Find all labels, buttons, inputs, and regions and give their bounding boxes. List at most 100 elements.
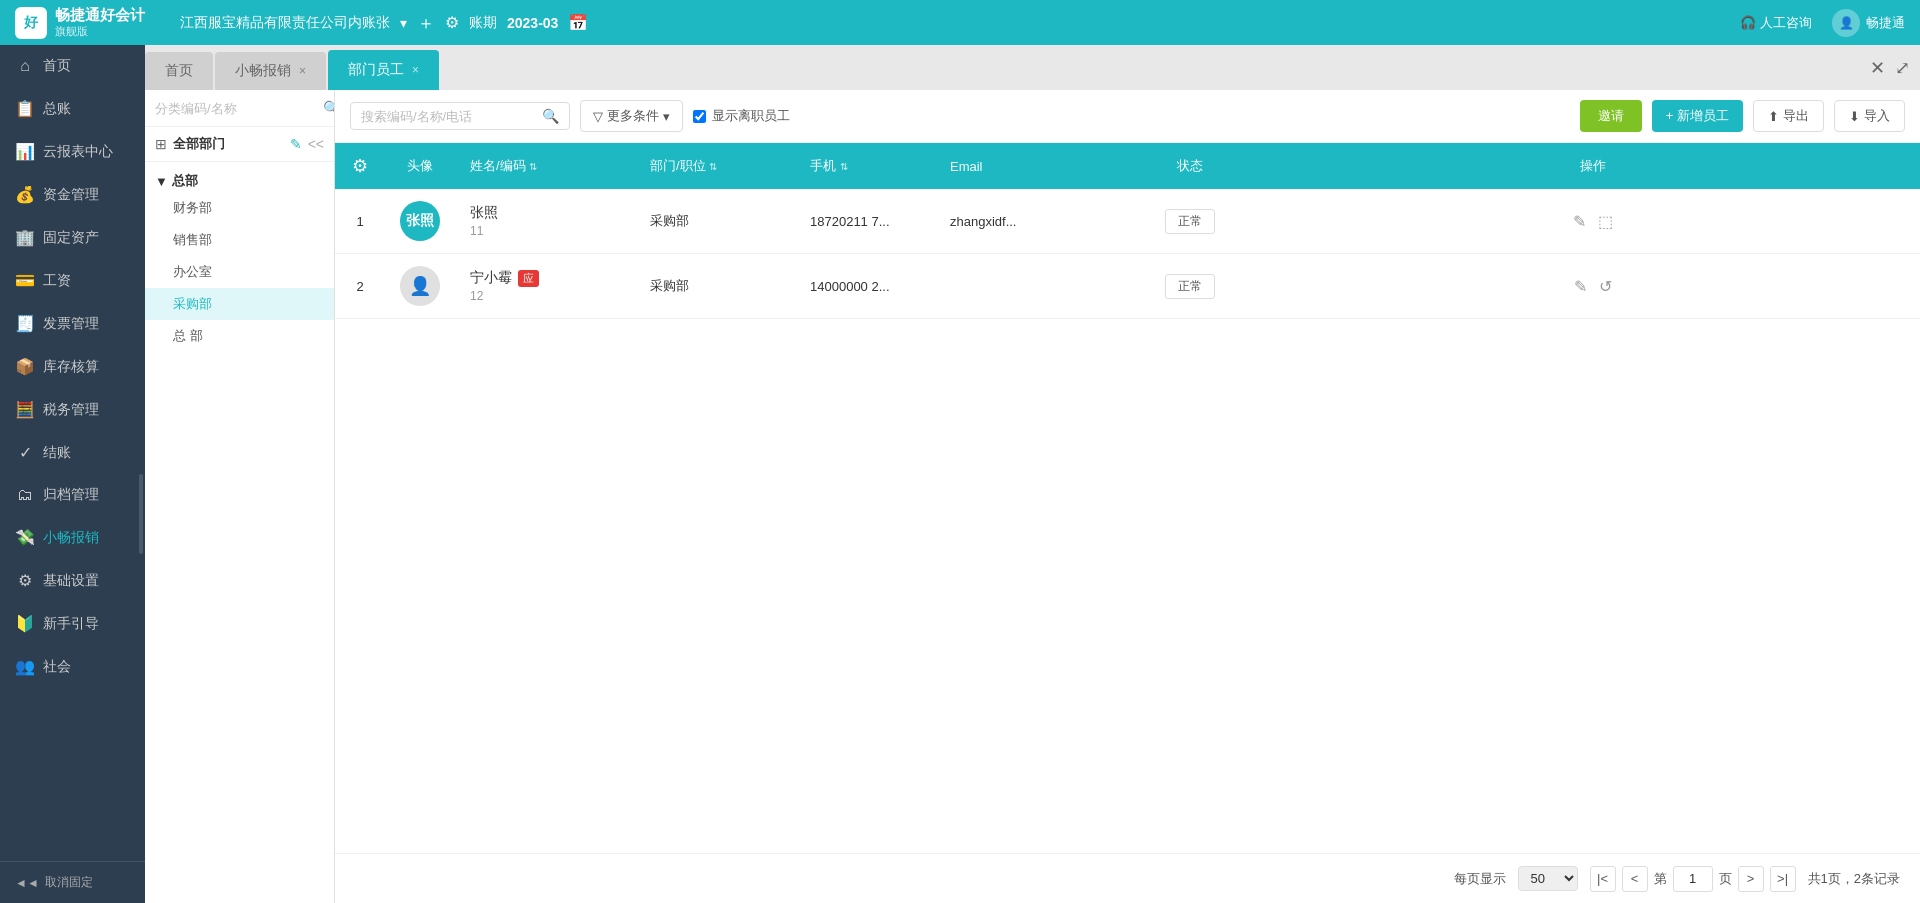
inner-layout: 🔍 ⊞ 全部部门 ✎ << ▼ 总部 财务部 销售部 <box>145 90 1920 903</box>
employee-search-icon[interactable]: 🔍 <box>542 108 559 124</box>
tax-icon: 🧮 <box>15 400 35 419</box>
dept-item-purchase[interactable]: 采购部 <box>145 288 334 320</box>
employee-search-box: 🔍 <box>350 102 570 130</box>
invoice-icon: 🧾 <box>15 314 35 333</box>
phone-sort-icon: ⇅ <box>840 161 848 172</box>
main-panel: 🔍 ▽ 更多条件 ▾ 显示离职员工 邀请 + <box>335 90 1920 903</box>
col-header-email: Email <box>935 143 1115 189</box>
logout-employee-1-button[interactable]: ⬚ <box>1598 212 1613 231</box>
period-label: 账期 <box>469 14 497 32</box>
row-dept-2: 采购部 <box>635 254 795 319</box>
tab-home[interactable]: 首页 <box>145 52 213 90</box>
settings-icon[interactable]: ⚙ <box>445 13 459 32</box>
dept-header-grid-icon: ⊞ <box>155 136 167 152</box>
sidebar-item-basic[interactable]: ⚙ 基础设置 <box>0 559 145 602</box>
sidebar-item-home[interactable]: ⌂ 首页 <box>0 45 145 87</box>
col-header-name[interactable]: 姓名/编码 ⇅ <box>455 143 635 189</box>
dept-edit-button[interactable]: ✎ <box>290 136 302 152</box>
dept-search-icon[interactable]: 🔍 <box>323 100 335 116</box>
sidebar-item-salary[interactable]: 💳 工资 <box>0 259 145 302</box>
export-button[interactable]: ⬆ 导出 <box>1753 100 1824 132</box>
dept-header-title: 全部部门 <box>173 135 284 153</box>
tab-employees[interactable]: 部门员工 × <box>328 50 439 90</box>
sidebar-item-expense[interactable]: 💸 小畅报销 <box>0 516 145 559</box>
sidebar-item-ledger[interactable]: 📋 总账 <box>0 87 145 130</box>
page-nav: |< < 第 页 > >| <box>1590 866 1796 892</box>
employee-search-input[interactable] <box>361 109 536 124</box>
action-btns-2: ✎ ↺ <box>1280 277 1905 296</box>
show-resigned-text: 显示离职员工 <box>712 107 790 125</box>
per-page-select[interactable]: 50 100 200 <box>1518 866 1578 891</box>
import-button[interactable]: ⬇ 导入 <box>1834 100 1905 132</box>
dept-item-headquarters[interactable]: 总 部 <box>145 320 334 352</box>
row-action-2: ✎ ↺ <box>1265 254 1920 319</box>
calendar-icon[interactable]: 📅 <box>568 13 588 32</box>
dept-item-sales[interactable]: 销售部 <box>145 224 334 256</box>
sidebar-label-invoice: 发票管理 <box>43 315 99 333</box>
page-label: 第 <box>1654 870 1667 888</box>
add-company-button[interactable]: ＋ <box>417 14 435 32</box>
sidebar-item-inventory[interactable]: 📦 库存核算 <box>0 345 145 388</box>
tab-expense[interactable]: 小畅报销 × <box>215 52 326 90</box>
company-dropdown-button[interactable]: ▾ <box>400 15 407 31</box>
dept-group-label: ▼ 总部 <box>145 166 334 192</box>
dept-collapse-button[interactable]: << <box>308 136 324 152</box>
tab-employees-close[interactable]: × <box>412 63 419 77</box>
export-label: 导出 <box>1783 107 1809 125</box>
sidebar-label-basic: 基础设置 <box>43 572 99 590</box>
sidebar-item-assets[interactable]: 🏢 固定资产 <box>0 216 145 259</box>
col-header-gear: ⚙ <box>335 143 385 189</box>
dept-search-input[interactable] <box>155 101 323 116</box>
table-settings-button[interactable]: ⚙ <box>352 155 368 177</box>
edit-employee-1-button[interactable]: ✎ <box>1573 212 1586 231</box>
next-page-button[interactable]: > <box>1738 866 1764 892</box>
show-resigned-label[interactable]: 显示离职员工 <box>693 107 790 125</box>
expand-tab-button[interactable]: ⤢ <box>1895 57 1910 79</box>
home-icon: ⌂ <box>15 57 35 75</box>
row-email-2 <box>935 254 1115 319</box>
page-number-input[interactable] <box>1673 866 1713 892</box>
tab-expense-label: 小畅报销 <box>235 62 291 80</box>
tab-home-label: 首页 <box>165 62 193 80</box>
reset-employee-2-button[interactable]: ↺ <box>1599 277 1612 296</box>
row-phone-1: 18720211 7... <box>795 189 935 254</box>
sidebar-item-guide[interactable]: 🔰 新手引导 <box>0 602 145 645</box>
sidebar-item-close[interactable]: ✓ 结账 <box>0 431 145 474</box>
guide-icon: 🔰 <box>15 614 35 633</box>
col-header-phone[interactable]: 手机 ⇅ <box>795 143 935 189</box>
dept-group-name: 总部 <box>172 172 198 190</box>
last-page-button[interactable]: >| <box>1770 866 1796 892</box>
total-info: 共1页，2条记录 <box>1808 870 1900 888</box>
sidebar-item-social[interactable]: 👥 社会 <box>0 645 145 688</box>
service-button[interactable]: 🎧 人工咨询 <box>1740 14 1812 32</box>
sidebar-item-tax[interactable]: 🧮 税务管理 <box>0 388 145 431</box>
add-employee-button[interactable]: + 新增员工 <box>1652 100 1743 132</box>
sidebar-item-invoice[interactable]: 🧾 发票管理 <box>0 302 145 345</box>
sidebar-item-archive[interactable]: 🗂 归档管理 <box>0 474 145 516</box>
capital-icon: 💰 <box>15 185 35 204</box>
col-header-action: 操作 <box>1265 143 1920 189</box>
basic-icon: ⚙ <box>15 571 35 590</box>
first-page-button[interactable]: |< <box>1590 866 1616 892</box>
sidebar-item-reports[interactable]: 📊 云报表中心 <box>0 130 145 173</box>
invite-button[interactable]: 邀请 <box>1580 100 1642 132</box>
tab-employees-label: 部门员工 <box>348 61 404 79</box>
sidebar-item-capital[interactable]: 💰 资金管理 <box>0 173 145 216</box>
more-filter-button[interactable]: ▽ 更多条件 ▾ <box>580 100 683 132</box>
sidebar-label-ledger: 总账 <box>43 100 71 118</box>
dept-item-finance[interactable]: 财务部 <box>145 192 334 224</box>
show-resigned-checkbox[interactable] <box>693 110 706 123</box>
tab-expense-close[interactable]: × <box>299 64 306 78</box>
close-tab-button[interactable]: ✕ <box>1870 57 1885 79</box>
import-icon: ⬇ <box>1849 109 1860 124</box>
user-area[interactable]: 👤 畅捷通 <box>1832 9 1905 37</box>
dept-item-office[interactable]: 办公室 <box>145 256 334 288</box>
edit-employee-2-button[interactable]: ✎ <box>1574 277 1587 296</box>
sidebar-label-reports: 云报表中心 <box>43 143 113 161</box>
col-header-dept[interactable]: 部门/职位 ⇅ <box>635 143 795 189</box>
row-num-2: 2 <box>335 254 385 319</box>
unpin-button[interactable]: ◄◄ 取消固定 <box>0 861 145 903</box>
dept-search-area: 🔍 <box>145 90 334 127</box>
sidebar-label-guide: 新手引导 <box>43 615 99 633</box>
prev-page-button[interactable]: < <box>1622 866 1648 892</box>
